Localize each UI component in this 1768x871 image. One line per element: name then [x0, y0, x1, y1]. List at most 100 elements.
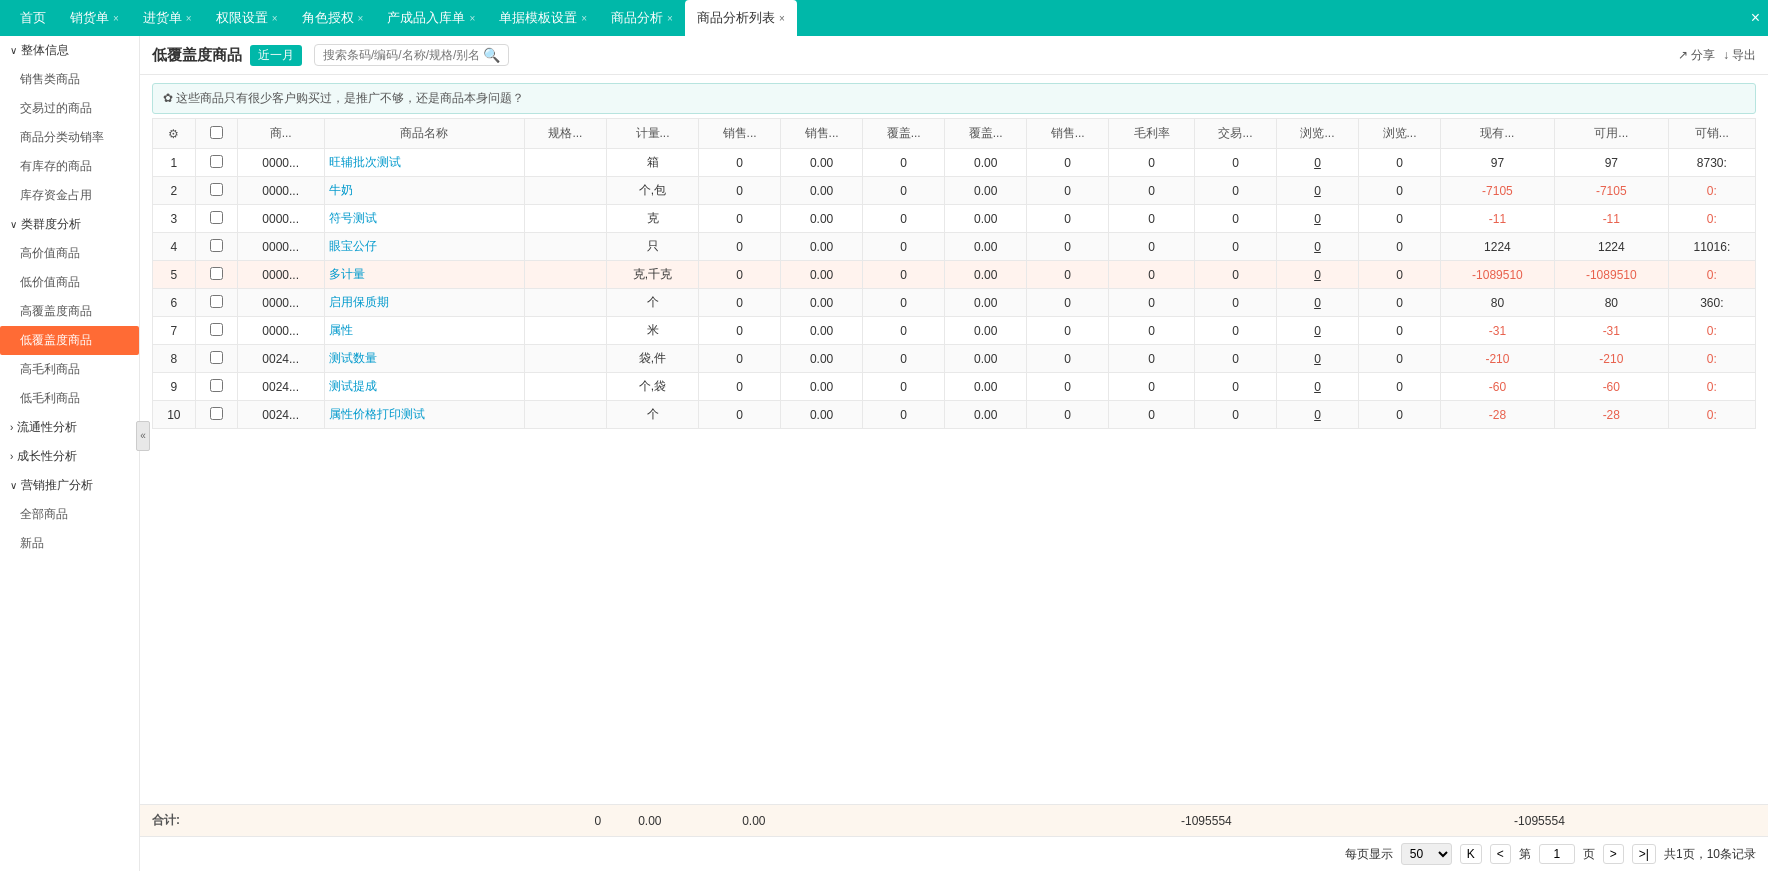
nav-template-settings[interactable]: 单据模板设置 × [487, 0, 599, 36]
nav-product-in[interactable]: 产成品入库单 × [375, 0, 487, 36]
row-checkbox-cell[interactable] [195, 149, 237, 177]
row-checkbox-cell[interactable] [195, 401, 237, 429]
row-gross-margin: 0 [1109, 205, 1195, 233]
nav-close-product-in[interactable]: × [469, 13, 475, 24]
sidebar-item-high-margin[interactable]: 高毛利商品 [0, 355, 139, 384]
row-checkbox[interactable] [210, 379, 223, 392]
window-close-button[interactable]: × [1751, 9, 1760, 27]
row-checkbox-cell[interactable] [195, 177, 237, 205]
row-browse1[interactable]: 0 [1276, 205, 1358, 233]
row-name[interactable]: 属性 [324, 317, 524, 345]
row-checkbox[interactable] [210, 155, 223, 168]
export-button[interactable]: ↓ 导出 [1723, 47, 1756, 64]
page-size-select[interactable]: 50 20 100 [1401, 843, 1452, 865]
row-name[interactable]: 眼宝公仔 [324, 233, 524, 261]
nav-permission[interactable]: 权限设置 × [204, 0, 290, 36]
sidebar-section-growth[interactable]: › 成长性分析 [0, 442, 139, 471]
share-button[interactable]: ↗ 分享 [1678, 47, 1715, 64]
nav-close-permission[interactable]: × [272, 13, 278, 24]
row-browse1[interactable]: 0 [1276, 261, 1358, 289]
row-checkbox[interactable] [210, 239, 223, 252]
row-name[interactable]: 牛奶 [324, 177, 524, 205]
nav-product-analysis[interactable]: 商品分析 × [599, 0, 685, 36]
row-checkbox-cell[interactable] [195, 289, 237, 317]
row-browse1[interactable]: 0 [1276, 401, 1358, 429]
next-page-button[interactable]: > [1603, 844, 1624, 864]
search-input[interactable] [323, 48, 483, 62]
sidebar-item-sales-goods[interactable]: 销售类商品 [0, 65, 139, 94]
row-coverage2: 0.00 [945, 401, 1027, 429]
row-name[interactable]: 启用保质期 [324, 289, 524, 317]
row-browse1[interactable]: 0 [1276, 317, 1358, 345]
row-browse1[interactable]: 0 [1276, 289, 1358, 317]
nav-home[interactable]: 首页 [8, 0, 58, 36]
sidebar-section-marketing[interactable]: ∨ 营销推广分析 [0, 471, 139, 500]
prev-page-button[interactable]: < [1490, 844, 1511, 864]
sidebar-item-high-coverage[interactable]: 高覆盖度商品 [0, 297, 139, 326]
nav-close-role-auth[interactable]: × [358, 13, 364, 24]
row-checkbox-cell[interactable] [195, 345, 237, 373]
row-browse1[interactable]: 0 [1276, 345, 1358, 373]
row-checkbox[interactable] [210, 295, 223, 308]
nav-role-auth[interactable]: 角色授权 × [290, 0, 376, 36]
content-area: 低覆盖度商品 近一月 🔍 ↗ 分享 ↓ 导出 ✿ 这些商品只有很少客户购买过，是… [140, 36, 1768, 871]
row-checkbox[interactable] [210, 183, 223, 196]
sidebar-item-category-rate[interactable]: 商品分类动销率 [0, 123, 139, 152]
row-name[interactable]: 旺辅批次测试 [324, 149, 524, 177]
sidebar-item-high-value[interactable]: 高价值商品 [0, 239, 139, 268]
sidebar-item-all-goods[interactable]: 全部商品 [0, 500, 139, 529]
sidebar-item-low-value[interactable]: 低价值商品 [0, 268, 139, 297]
nav-close-purchase-order[interactable]: × [186, 13, 192, 24]
col-settings[interactable]: ⚙ [153, 119, 196, 149]
table-row: 3 0000... 符号测试 克 0 0.00 0 0.00 0 0 0 0 0… [153, 205, 1756, 233]
row-checkbox[interactable] [210, 351, 223, 364]
row-browse1[interactable]: 0 [1276, 149, 1358, 177]
nav-sales-order[interactable]: 销货单 × [58, 0, 131, 36]
sidebar-item-stocked-goods[interactable]: 有库存的商品 [0, 152, 139, 181]
row-browse1[interactable]: 0 [1276, 233, 1358, 261]
last-page-button[interactable]: >| [1632, 844, 1656, 864]
row-name[interactable]: 符号测试 [324, 205, 524, 233]
row-checkbox[interactable] [210, 407, 223, 420]
row-checkbox-cell[interactable] [195, 261, 237, 289]
row-browse1[interactable]: 0 [1276, 373, 1358, 401]
col-checkbox-header[interactable] [195, 119, 237, 149]
row-checkbox-cell[interactable] [195, 317, 237, 345]
row-name[interactable]: 测试数量 [324, 345, 524, 373]
sidebar-section-liquidity[interactable]: › 流通性分析 [0, 413, 139, 442]
row-saleable: 0: [1668, 205, 1755, 233]
row-browse1[interactable]: 0 [1276, 177, 1358, 205]
sidebar-item-low-coverage[interactable]: 低覆盖度商品 [0, 326, 139, 355]
sidebar-section-cluster[interactable]: ∨ 类群度分析 [0, 210, 139, 239]
row-name[interactable]: 测试提成 [324, 373, 524, 401]
table-container[interactable]: ⚙ 商... 商品名称 规格... 计量... 销售... 销售... 覆盖..… [140, 118, 1768, 804]
nav-close-product-analysis-list[interactable]: × [779, 13, 785, 24]
row-name[interactable]: 多计量 [324, 261, 524, 289]
sidebar-section-overall[interactable]: ∨ 整体信息 [0, 36, 139, 65]
row-checkbox[interactable] [210, 267, 223, 280]
nav-close-sales-order[interactable]: × [113, 13, 119, 24]
row-name[interactable]: 属性价格打印测试 [324, 401, 524, 429]
search-icon[interactable]: 🔍 [483, 47, 500, 63]
sidebar-item-new-goods[interactable]: 新品 [0, 529, 139, 558]
row-checkbox-cell[interactable] [195, 233, 237, 261]
sidebar-collapse-button[interactable]: « [136, 421, 150, 451]
nav-purchase-order[interactable]: 进货单 × [131, 0, 204, 36]
row-checkbox-cell[interactable] [195, 373, 237, 401]
sidebar-item-traded-goods[interactable]: 交易过的商品 [0, 94, 139, 123]
sidebar-item-low-margin[interactable]: 低毛利商品 [0, 384, 139, 413]
sidebar-item-stock-capital[interactable]: 库存资金占用 [0, 181, 139, 210]
nav-product-analysis-list[interactable]: 商品分析列表 × [685, 0, 797, 36]
nav-close-template-settings[interactable]: × [581, 13, 587, 24]
row-checkbox[interactable] [210, 323, 223, 336]
first-page-button[interactable]: K [1460, 844, 1482, 864]
nav-close-product-analysis[interactable]: × [667, 13, 673, 24]
period-button[interactable]: 近一月 [250, 45, 302, 66]
row-sales3: 0 [1027, 373, 1109, 401]
row-coverage2: 0.00 [945, 149, 1027, 177]
row-checkbox[interactable] [210, 211, 223, 224]
row-browse2: 0 [1359, 401, 1441, 429]
page-input[interactable] [1539, 844, 1575, 864]
row-checkbox-cell[interactable] [195, 205, 237, 233]
select-all-checkbox[interactable] [210, 126, 223, 139]
